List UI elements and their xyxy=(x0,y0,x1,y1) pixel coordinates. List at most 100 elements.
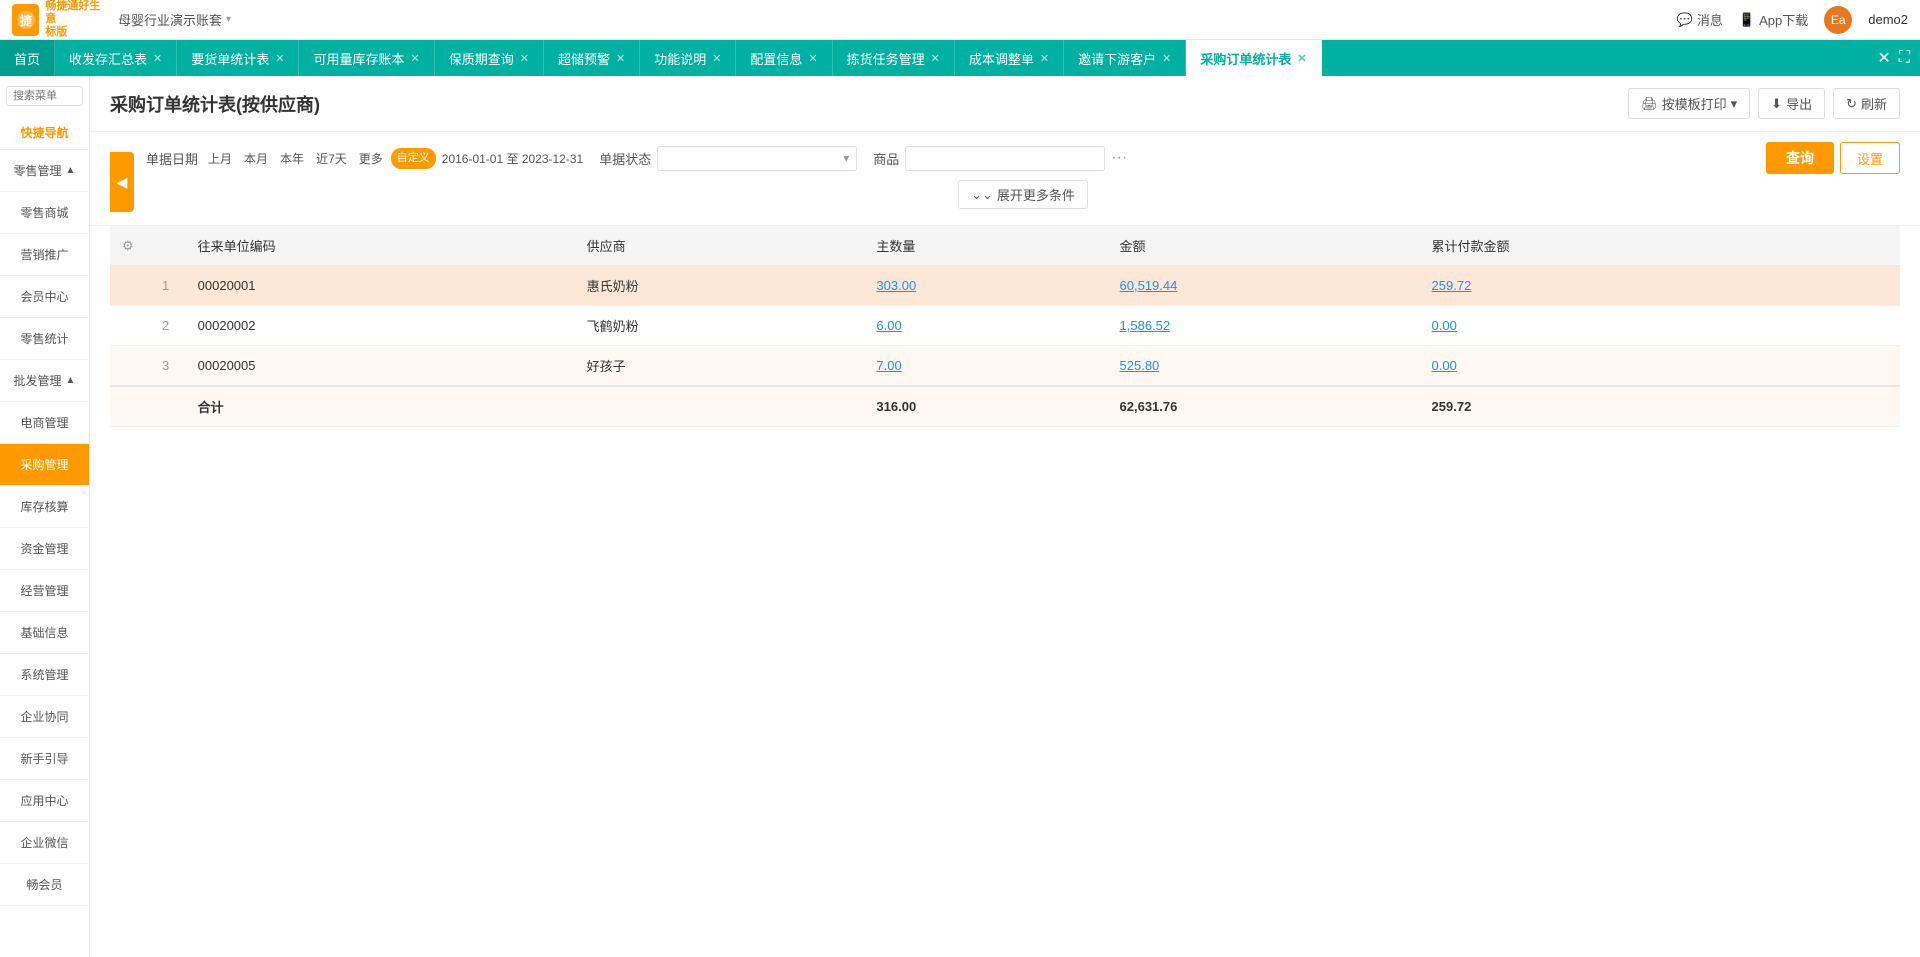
messages-button[interactable]: 💬 消息 xyxy=(1677,10,1723,29)
nav-tab-1[interactable]: 收发存汇总表 ✕ xyxy=(55,40,177,76)
sidebar-item-应用中心[interactable]: 应用中心 xyxy=(0,780,89,822)
row-extra-2 xyxy=(1808,346,1900,387)
nav-tab-2[interactable]: 要货单统计表 ✕ xyxy=(177,40,299,76)
nav-tab-end: ✕ ⛶ xyxy=(1867,48,1920,68)
col-settings[interactable]: ⚙ xyxy=(110,226,146,266)
sidebar-item-基础信息[interactable]: 基础信息 xyxy=(0,612,89,654)
sidebar-item-label-17: 畅会员 xyxy=(26,876,62,893)
sidebar-item-label-3: 会员中心 xyxy=(20,288,68,305)
tab-close-icon-10[interactable]: ✕ xyxy=(1162,52,1171,65)
tab-close-icon-2[interactable]: ✕ xyxy=(275,52,284,65)
last-7-days-shortcut[interactable]: 近7天 xyxy=(312,148,351,169)
user-name[interactable]: demo2 xyxy=(1868,12,1908,27)
last-month-shortcut[interactable]: 上月 xyxy=(204,148,236,169)
section-toggle[interactable]: ◀ xyxy=(110,152,134,212)
row-amount-0[interactable]: 60,519.44 xyxy=(1108,266,1420,306)
sidebar-items-container: 零售管理▲零售商城营销推广会员中心零售统计批发管理▲电商管理采购管理库存核算资金… xyxy=(0,150,89,906)
search-input[interactable] xyxy=(6,86,83,106)
status-select[interactable] xyxy=(657,146,857,171)
sidebar-item-资金管理[interactable]: 资金管理 xyxy=(0,528,89,570)
nav-tab-6[interactable]: 功能说明 ✕ xyxy=(640,40,736,76)
tab-close-icon-3[interactable]: ✕ xyxy=(411,52,420,65)
export-button[interactable]: ⬇ 导出 xyxy=(1758,88,1825,119)
sidebar-item-label-12: 系统管理 xyxy=(20,666,68,683)
expand-button[interactable]: ⌄⌄ 展开更多条件 xyxy=(958,180,1088,209)
col-extra xyxy=(1808,226,1900,266)
sidebar-item-label-11: 基础信息 xyxy=(20,624,68,641)
footer-settings xyxy=(110,386,146,427)
fullscreen-icon[interactable]: ⛶ xyxy=(1899,49,1910,67)
tab-close-icon-9[interactable]: ✕ xyxy=(1040,52,1049,65)
sidebar-item-零售商城[interactable]: 零售商城 xyxy=(0,192,89,234)
row-extra-1 xyxy=(1808,306,1900,346)
sidebar-item-经营管理[interactable]: 经营管理 xyxy=(0,570,89,612)
custom-date-badge[interactable]: 自定义 xyxy=(391,148,436,169)
query-button[interactable]: 查询 xyxy=(1766,142,1834,174)
sidebar-item-企业协同[interactable]: 企业协同 xyxy=(0,696,89,738)
tab-close-icon-1[interactable]: ✕ xyxy=(153,52,162,65)
goods-more-icon[interactable]: ··· xyxy=(1111,149,1127,167)
row-quantity-0[interactable]: 303.00 xyxy=(864,266,1107,306)
sidebar-item-新手引导[interactable]: 新手引导 xyxy=(0,738,89,780)
nav-tab-4[interactable]: 保质期查询 ✕ xyxy=(435,40,544,76)
this-year-shortcut[interactable]: 本年 xyxy=(276,148,308,169)
close-all-icon[interactable]: ✕ xyxy=(1877,48,1890,68)
row-quantity-1[interactable]: 6.00 xyxy=(864,306,1107,346)
this-month-shortcut[interactable]: 本月 xyxy=(240,148,272,169)
row-code-1: 00020002 xyxy=(186,306,575,346)
tab-close-icon-6[interactable]: ✕ xyxy=(712,52,721,65)
sidebar-item-畅会员[interactable]: 畅会员 xyxy=(0,864,89,906)
sidebar-item-电商管理[interactable]: 电商管理 xyxy=(0,402,89,444)
refresh-button[interactable]: ↻ 刷新 xyxy=(1833,88,1900,119)
sidebar-item-系统管理[interactable]: 系统管理 xyxy=(0,654,89,696)
main-layout: 快捷导航 零售管理▲零售商城营销推广会员中心零售统计批发管理▲电商管理采购管理库… xyxy=(0,76,1920,957)
nav-tab-11[interactable]: 采购订单统计表 ✕ xyxy=(1186,40,1321,76)
sidebar-item-采购管理[interactable]: 采购管理 xyxy=(0,444,89,486)
sidebar-item-零售统计[interactable]: 零售统计 xyxy=(0,318,89,360)
sidebar-item-批发管理[interactable]: 批发管理▲ xyxy=(0,360,89,402)
quick-nav[interactable]: 快捷导航 xyxy=(0,116,89,150)
more-shortcut[interactable]: 更多 xyxy=(355,148,387,169)
tab-close-icon-5[interactable]: ✕ xyxy=(616,52,625,65)
row-paid-1[interactable]: 0.00 xyxy=(1420,306,1809,346)
status-filter-label: 单据状态 xyxy=(599,149,651,168)
row-amount-1[interactable]: 1,586.52 xyxy=(1108,306,1420,346)
row-paid-2[interactable]: 0.00 xyxy=(1420,346,1809,387)
row-quantity-2[interactable]: 7.00 xyxy=(864,346,1107,387)
tab-close-icon-8[interactable]: ✕ xyxy=(931,52,940,65)
footer-seq xyxy=(146,386,186,427)
sidebar-item-企业微信[interactable]: 企业微信 xyxy=(0,822,89,864)
row-code-0: 00020001 xyxy=(186,266,575,306)
settings-button[interactable]: 设置 xyxy=(1840,142,1900,174)
sidebar-item-零售管理[interactable]: 零售管理▲ xyxy=(0,150,89,192)
table-row: 300020005好孩子7.00525.800.00 xyxy=(110,346,1900,387)
row-seq-1: 2 xyxy=(146,306,186,346)
nav-tab-5[interactable]: 超储预警 ✕ xyxy=(544,40,640,76)
nav-tab-9[interactable]: 成本调整单 ✕ xyxy=(955,40,1064,76)
sidebar-item-营销推广[interactable]: 营销推广 xyxy=(0,234,89,276)
goods-filter-label: 商品 xyxy=(873,149,899,168)
footer-extra xyxy=(1808,386,1900,427)
row-extra-0 xyxy=(1808,266,1900,306)
sidebar-item-库存核算[interactable]: 库存核算 xyxy=(0,486,89,528)
tab-close-icon-7[interactable]: ✕ xyxy=(808,52,817,65)
nav-tab-0[interactable]: 首页 xyxy=(0,40,55,76)
tab-close-icon-11[interactable]: ✕ xyxy=(1297,52,1306,65)
page-header: 采购订单统计表(按供应商) 🖨 按模板打印 ▾ ⬇ 导出 ↻ 刷新 xyxy=(90,76,1920,132)
table-footer: 合计 316.00 62,631.76 259.72 xyxy=(110,386,1900,427)
workspace-selector[interactable]: 母婴行业演示账套 ▾ xyxy=(118,10,1661,29)
print-button[interactable]: 🖨 按模板打印 ▾ xyxy=(1628,88,1750,119)
nav-tab-10[interactable]: 邀请下游客户 ✕ xyxy=(1064,40,1186,76)
sidebar-item-会员中心[interactable]: 会员中心 xyxy=(0,276,89,318)
row-paid-0[interactable]: 259.72 xyxy=(1420,266,1809,306)
expand-icon: ⌄⌄ xyxy=(971,187,993,203)
header-actions: 🖨 按模板打印 ▾ ⬇ 导出 ↻ 刷新 xyxy=(1628,88,1900,119)
nav-tab-7[interactable]: 配置信息 ✕ xyxy=(736,40,832,76)
tab-close-icon-4[interactable]: ✕ xyxy=(520,52,529,65)
app-download-button[interactable]: 📱 App下载 xyxy=(1739,10,1808,29)
row-amount-2[interactable]: 525.80 xyxy=(1108,346,1420,387)
nav-tab-3[interactable]: 可用量库存账本 ✕ xyxy=(299,40,434,76)
nav-tab-8[interactable]: 拣货任务管理 ✕ xyxy=(833,40,955,76)
expand-label: 展开更多条件 xyxy=(997,185,1075,204)
goods-input[interactable] xyxy=(905,146,1105,171)
